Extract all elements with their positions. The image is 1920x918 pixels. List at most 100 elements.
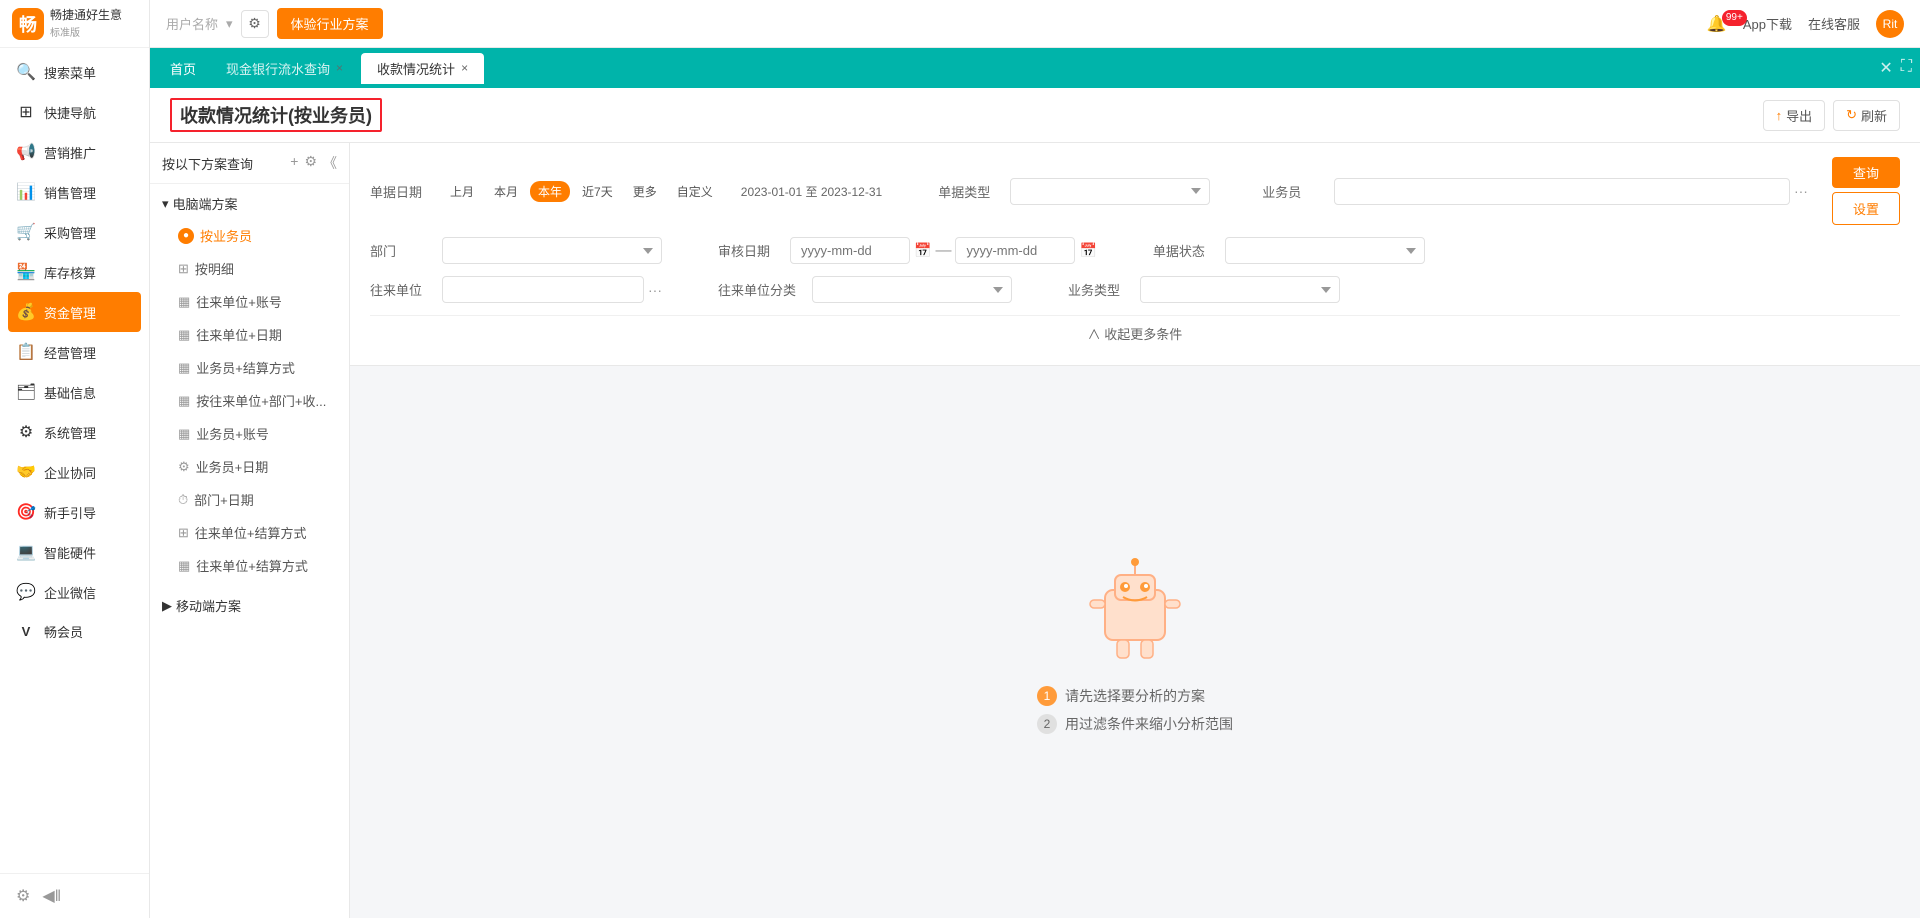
dropdown-icon[interactable]: ▾ (226, 16, 233, 32)
dept-select[interactable] (442, 237, 662, 264)
date-range-display: 2023-01-01 至 2023-12-31 (741, 183, 882, 200)
counterparty-classify-select[interactable] (812, 276, 1012, 303)
user-initial: Rit (1883, 17, 1898, 31)
sidebar-item-member[interactable]: V 畅会员 (0, 612, 149, 651)
counterparty-settle1-icon: ⊞ (178, 525, 189, 541)
tab-receipt-stats-label: 收款情况统计 (377, 59, 455, 78)
sidebar-item-wechat[interactable]: 💬 企业微信 (0, 572, 149, 612)
calendar-start-icon[interactable]: 📅 (914, 242, 931, 259)
collapse-button[interactable]: ∧ 收起更多条件 (370, 315, 1900, 351)
date-tab-this-year[interactable]: 本年 (530, 181, 570, 202)
marketing-icon: 📢 (16, 142, 36, 162)
sidebar-item-search[interactable]: 🔍 搜索菜单 (0, 52, 149, 92)
tab-bank-flow[interactable]: 现金银行流水查询 × (210, 53, 359, 84)
date-tab-last-7days[interactable]: 近7天 (574, 181, 621, 202)
scheme-item-salesman-account[interactable]: ▦ 业务员+账号 (150, 417, 349, 450)
query-button[interactable]: 查询 (1832, 157, 1900, 188)
business-type-select[interactable] (1140, 276, 1340, 303)
scheme-item-counterparty-account[interactable]: ▦ 往来单位+账号 (150, 285, 349, 318)
date-tab-more[interactable]: 更多 (625, 181, 665, 202)
salesman-account-icon: ▦ (178, 426, 190, 442)
hint-step-2-label: 用过滤条件来缩小分析范围 (1065, 714, 1233, 734)
counterparty-date-icon: ▦ (178, 327, 190, 343)
scheme-add-button[interactable]: + (290, 153, 298, 173)
tab-home[interactable]: 首页 (158, 53, 208, 84)
sidebar-item-guide[interactable]: 🎯 新手引导 (0, 492, 149, 532)
scheme-settings-button[interactable]: ⚙ (304, 153, 317, 173)
sidebar-item-sales[interactable]: 📊 销售管理 (0, 172, 149, 212)
window-maximize-button[interactable]: ⛶ (1901, 58, 1912, 78)
counterparty-input[interactable] (442, 276, 644, 303)
scheme-section-mobile-header[interactable]: ▶ 移动端方案 (150, 590, 349, 621)
notification-button[interactable]: 🔔 99+ (1707, 14, 1727, 34)
sidebar-item-finance[interactable]: 💰 资金管理 (8, 292, 141, 332)
tab-bank-flow-close[interactable]: × (336, 61, 343, 75)
customer-service-button[interactable]: 在线客服 (1808, 14, 1860, 33)
review-date-end[interactable] (955, 237, 1075, 264)
hint-steps: 1 请先选择要分析的方案 2 用过滤条件来缩小分析范围 (1037, 686, 1233, 734)
sidebar-item-marketing-label: 营销推广 (44, 143, 96, 162)
sidebar-item-hardware[interactable]: 💻 智能硬件 (0, 532, 149, 572)
refresh-button[interactable]: ↻ 刷新 (1833, 100, 1900, 131)
date-tab-this-month[interactable]: 本月 (486, 181, 526, 202)
logo-text-area: 畅捷通好生意 标准版 (50, 8, 122, 39)
scheme-item-counterparty-date[interactable]: ▦ 往来单位+日期 (150, 318, 349, 351)
topbar: 用户名称 ▾ ⚙ 体验行业方案 🔔 99+ App下载 在线客服 Rit (150, 0, 1920, 48)
salesman-more-button[interactable]: ··· (1794, 183, 1808, 199)
step-2-num: 2 (1037, 714, 1057, 734)
scheme-section-desktop-label: 电脑端方案 (173, 194, 238, 213)
user-avatar[interactable]: Rit (1876, 10, 1904, 38)
salesman-input[interactable] (1334, 178, 1790, 205)
sidebar-item-cooperation[interactable]: 🤝 企业协同 (0, 452, 149, 492)
scheme-item-counterparty-settle1[interactable]: ⊞ 往来单位+结算方式 (150, 516, 349, 549)
sidebar-item-basic[interactable]: 🗂 基础信息 (0, 372, 149, 412)
scheme-section-desktop: ▾ 电脑端方案 ● 按业务员 ⊞ 按明细 ▦ 往来单位+账号 (150, 184, 349, 586)
tab-receipt-stats-close[interactable]: × (461, 61, 468, 75)
date-tab-custom[interactable]: 自定义 (669, 181, 721, 202)
scheme-item-dept-date[interactable]: ⏱ 部门+日期 (150, 483, 349, 516)
app-download-button[interactable]: App下载 (1743, 14, 1792, 33)
calendar-end-icon[interactable]: 📅 (1079, 242, 1096, 259)
sidebar-item-hardware-label: 智能硬件 (44, 543, 96, 562)
sidebar-item-marketing[interactable]: 📢 营销推广 (0, 132, 149, 172)
sidebar-item-search-label: 搜索菜单 (44, 63, 96, 82)
review-date-label: 审核日期 (718, 241, 774, 260)
empty-robot-illustration (1075, 550, 1195, 670)
sidebar-item-system[interactable]: ⚙ 系统管理 (0, 412, 149, 452)
scheme-collapse-button[interactable]: 《 (323, 153, 337, 173)
chevron-down-icon: ▾ (162, 196, 169, 212)
scheme-item-counterparty-settle2[interactable]: ▦ 往来单位+结算方式 (150, 549, 349, 582)
export-button[interactable]: ↑ 导出 (1763, 100, 1826, 131)
doc-status-select[interactable] (1225, 237, 1425, 264)
sidebar-item-operations[interactable]: 📋 经营管理 (0, 332, 149, 372)
scheme-item-salesman-date[interactable]: ⚙ 业务员+日期 (150, 450, 349, 483)
salesman-settlement-icon: ▦ (178, 360, 190, 376)
review-date-start[interactable] (790, 237, 910, 264)
data-area: 1 请先选择要分析的方案 2 用过滤条件来缩小分析范围 (350, 366, 1920, 918)
scheme-item-salesman-settlement[interactable]: ▦ 业务员+结算方式 (150, 351, 349, 384)
scheme-panel: 按以下方案查询 + ⚙ 《 ▾ 电脑端方案 ● 按业务员 (150, 143, 350, 918)
scheme-item-counterparty-settle1-label: 往来单位+结算方式 (195, 523, 307, 542)
sidebar-item-inventory[interactable]: 🏪 库存核算 (0, 252, 149, 292)
sidebar-item-quicknav[interactable]: ⊞ 快捷导航 (0, 92, 149, 132)
trial-button[interactable]: 体验行业方案 (277, 8, 383, 39)
scheme-section-desktop-header[interactable]: ▾ 电脑端方案 (150, 188, 349, 219)
counterparty-account-icon: ▦ (178, 294, 190, 310)
doc-type-select[interactable] (1010, 178, 1210, 205)
footer-collapse-icon[interactable]: ◀‖ (42, 886, 61, 906)
dept-label: 部门 (370, 241, 426, 260)
scheme-item-by-salesman[interactable]: ● 按业务员 (150, 219, 349, 252)
date-tab-last-month[interactable]: 上月 (442, 181, 482, 202)
doc-status-label: 单据状态 (1153, 241, 1209, 260)
scheme-item-by-detail[interactable]: ⊞ 按明细 (150, 252, 349, 285)
window-close-button[interactable]: ✕ (1879, 58, 1892, 78)
scheme-item-counterparty-dept[interactable]: ▦ 按往来单位+部门+收... (150, 384, 349, 417)
scheme-item-salesman-account-label: 业务员+账号 (196, 424, 269, 443)
tab-receipt-stats[interactable]: 收款情况统计 × (361, 53, 484, 84)
sidebar-item-purchase[interactable]: 🛒 采购管理 (0, 212, 149, 252)
footer-settings-icon[interactable]: ⚙ (16, 886, 30, 906)
topbar-settings-button[interactable]: ⚙ (241, 10, 269, 38)
set-button[interactable]: 设置 (1832, 192, 1900, 225)
date-dash: — (935, 242, 951, 260)
counterparty-more-button[interactable]: ··· (648, 282, 662, 298)
